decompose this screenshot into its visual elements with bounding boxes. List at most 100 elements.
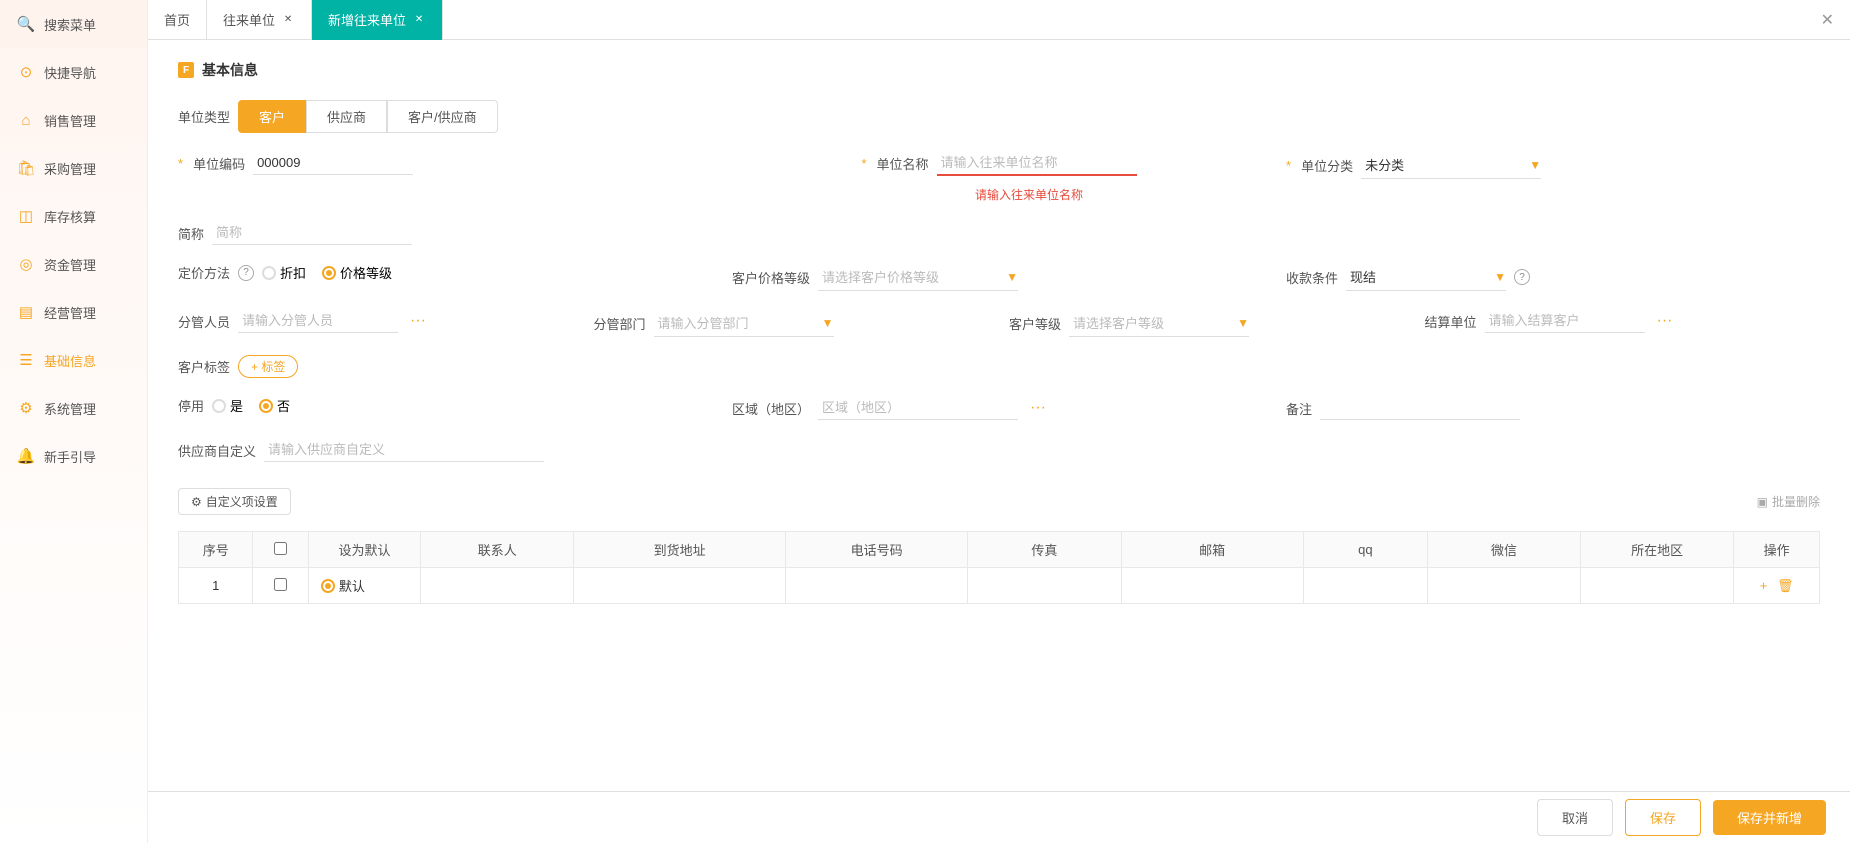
batch-delete-btn[interactable]: ▣ 批量删除 (1757, 493, 1820, 510)
close-all-tabs[interactable]: ✕ (1805, 10, 1850, 30)
short-name-row: 简称 (178, 221, 1820, 245)
sidebar-item-finance[interactable]: ◎ 资金管理 (0, 240, 147, 288)
settlement-unit-ellipsis[interactable]: ··· (1653, 312, 1677, 330)
payment-terms-value: 现结 (1346, 263, 1494, 290)
disabled-yes-radio (212, 399, 226, 413)
customer-level-arrow[interactable]: ▼ (1237, 316, 1249, 330)
region-field: 区域（地区） ··· (732, 396, 1266, 420)
manager-input[interactable] (238, 309, 398, 333)
manager-field: 分管人员 ··· (178, 309, 574, 333)
row-wechat[interactable] (1427, 568, 1580, 604)
sidebar-item-inventory[interactable]: ◫ 库存核算 (0, 192, 147, 240)
settlement-unit-input[interactable] (1485, 309, 1645, 333)
system-icon: ⚙ (16, 398, 36, 418)
payment-terms-arrow[interactable]: ▼ (1494, 270, 1506, 284)
disabled-no-option[interactable]: 否 (259, 396, 290, 415)
row-qq[interactable] (1303, 568, 1427, 604)
sidebar-item-purchase[interactable]: 🛍 采购管理 (0, 144, 147, 192)
add-tag-btn[interactable]: + 标签 (238, 355, 298, 378)
section-flag-icon: F (178, 62, 194, 78)
unit-category-select-wrapper: 未分类 ▼ (1361, 151, 1541, 179)
basic-info-icon: ☰ (16, 350, 36, 370)
save-button[interactable]: 保存 (1625, 799, 1701, 836)
payment-terms-label: 收款条件 (1286, 268, 1338, 287)
row-fax[interactable] (968, 568, 1121, 604)
sidebar-item-quick-nav[interactable]: ⊙ 快捷导航 (0, 48, 147, 96)
sidebar-item-basic-info[interactable]: ☰ 基础信息 (0, 336, 147, 384)
select-all-checkbox[interactable] (274, 542, 287, 555)
unit-name-input[interactable] (937, 151, 1137, 176)
row-default-radio-item[interactable]: 默认 (321, 576, 408, 595)
short-name-input[interactable] (212, 221, 412, 245)
unit-code-input[interactable] (253, 151, 413, 175)
row-qq-input[interactable] (1335, 578, 1395, 593)
row-wechat-input[interactable] (1464, 578, 1544, 593)
unit-type-row: 单位类型 客户 供应商 客户/供应商 (178, 100, 1820, 133)
supplier-custom-input[interactable] (264, 438, 544, 462)
table-row: 1 默认 (179, 568, 1820, 604)
remark-input[interactable] (1320, 396, 1520, 420)
custom-settings-btn[interactable]: ⚙ 自定义项设置 (178, 488, 291, 515)
department-select: 请输入分管部门 ▼ (654, 309, 834, 337)
col-wechat: 微信 (1427, 532, 1580, 568)
col-region: 所在地区 (1581, 532, 1734, 568)
table-header-row: 序号 设为默认 联系人 到货地址 电话号码 传真 邮箱 qq 微信 所在地区 操… (179, 532, 1820, 568)
manager-ellipsis[interactable]: ··· (406, 312, 430, 330)
department-arrow[interactable]: ▼ (822, 316, 834, 330)
unit-category-label: 单位分类 (1301, 156, 1353, 175)
sidebar-item-system[interactable]: ⚙ 系统管理 (0, 384, 147, 432)
row-region[interactable] (1581, 568, 1734, 604)
customer-price-level-select: 请选择客户价格等级 ▼ (818, 263, 1018, 291)
payment-terms-help[interactable]: ? (1514, 269, 1530, 285)
row-email-input[interactable] (1162, 578, 1262, 593)
purchase-icon: 🛍 (16, 158, 36, 178)
unit-category-arrow[interactable]: ▼ (1529, 158, 1541, 172)
row-contact[interactable] (421, 568, 574, 604)
close-new-partner-tab[interactable]: ✕ (412, 13, 426, 27)
manager-row: 分管人员 ··· 分管部门 请输入分管部门 ▼ 客户等级 请选择客户等级 ▼ 结… (178, 309, 1820, 337)
col-contact: 联系人 (421, 532, 574, 568)
cancel-button[interactable]: 取消 (1537, 799, 1613, 836)
customer-price-arrow[interactable]: ▼ (1006, 270, 1018, 284)
row-fax-input[interactable] (1004, 578, 1084, 593)
pricing-level-option[interactable]: 价格等级 (322, 263, 392, 282)
close-partners-tab[interactable]: ✕ (281, 13, 295, 27)
tab-partners[interactable]: 往来单位 ✕ (207, 0, 312, 40)
row-region-input[interactable] (1617, 578, 1697, 593)
pricing-method-radio-group: 折扣 价格等级 (262, 263, 392, 282)
sidebar-item-guide[interactable]: 🔔 新手引导 (0, 432, 147, 480)
department-field: 分管部门 请输入分管部门 ▼ (594, 309, 990, 337)
row-phone-input[interactable] (827, 578, 927, 593)
row-address[interactable] (574, 568, 786, 604)
row-contact-input[interactable] (457, 578, 537, 593)
unit-type-supplier-btn[interactable]: 供应商 (306, 100, 387, 133)
tab-home[interactable]: 首页 (148, 0, 207, 40)
pricing-method-help[interactable]: ? (238, 265, 254, 281)
region-label: 区域（地区） (732, 399, 810, 418)
unit-type-both-btn[interactable]: 客户/供应商 (387, 100, 498, 133)
row-email[interactable] (1121, 568, 1303, 604)
sidebar-item-sales[interactable]: ⌂ 销售管理 (0, 96, 147, 144)
settlement-unit-label: 结算单位 (1425, 312, 1477, 331)
sidebar-item-operations[interactable]: ▤ 经营管理 (0, 288, 147, 336)
unit-type-customer-btn[interactable]: 客户 (238, 100, 306, 133)
row-phone[interactable] (785, 568, 967, 604)
sidebar-item-search[interactable]: 🔍 搜索菜单 (0, 0, 147, 48)
unit-code-field: * 单位编码 (178, 151, 712, 175)
section-title-basic-info: F 基本信息 (178, 60, 1820, 80)
col-index: 序号 (179, 532, 253, 568)
row-delete-btn[interactable]: 🗑 (1777, 578, 1794, 593)
region-input[interactable] (818, 396, 1018, 420)
disabled-yes-option[interactable]: 是 (212, 396, 243, 415)
payment-terms-select: 现结 ▼ (1346, 263, 1506, 291)
home-icon: ⊙ (16, 62, 36, 82)
disabled-no-radio (259, 399, 273, 413)
row-add-btn[interactable]: + (1760, 578, 1768, 593)
save-new-button[interactable]: 保存并新增 (1713, 800, 1826, 835)
row-checkbox[interactable] (274, 578, 287, 591)
region-ellipsis[interactable]: ··· (1026, 399, 1050, 417)
pricing-discount-option[interactable]: 折扣 (262, 263, 306, 282)
inventory-icon: ◫ (16, 206, 36, 226)
row-address-input[interactable] (620, 578, 740, 593)
tab-new-partner[interactable]: 新增往来单位 ✕ (312, 0, 443, 40)
